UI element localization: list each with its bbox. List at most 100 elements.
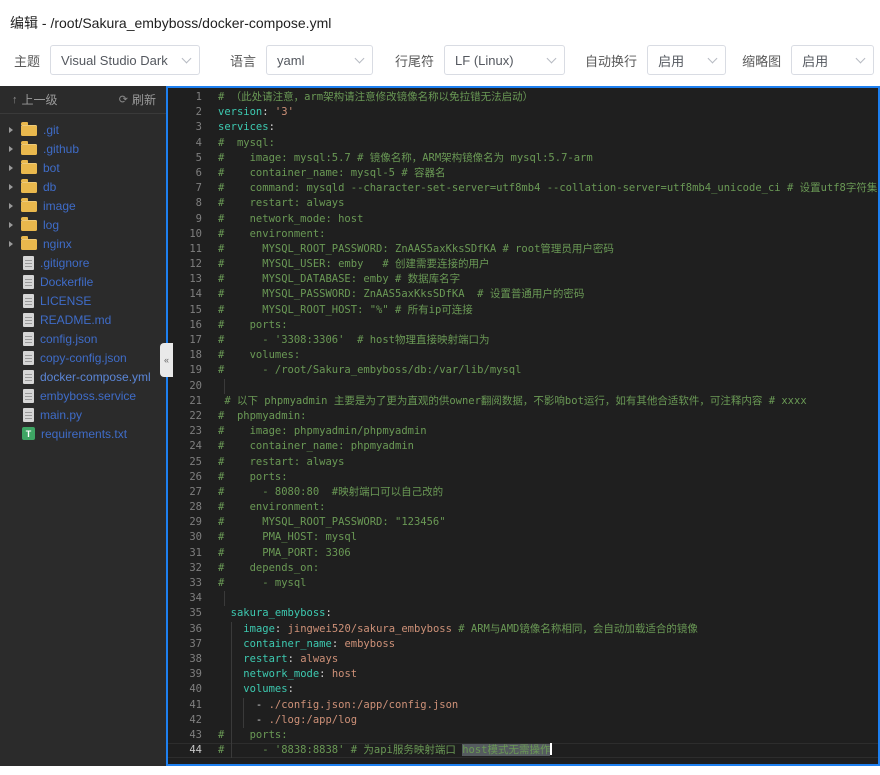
- code-line[interactable]: 17 # - '3308:3306' # host物理直接映射端口为: [168, 333, 878, 348]
- line-number: 8: [195, 197, 202, 210]
- line-number: 14: [189, 288, 202, 301]
- indent-guide-line: [230, 636, 232, 652]
- file-icon: [23, 388, 34, 403]
- refresh-button[interactable]: ⟳ 刷新: [119, 91, 156, 108]
- code-line[interactable]: 9 # network_mode: host: [168, 212, 878, 227]
- line-number: 20: [189, 379, 202, 392]
- code-line[interactable]: 36 image: jingwei520/sakura_embyboss # A…: [168, 621, 878, 637]
- folder-icon: [21, 198, 37, 212]
- word-wrap-select[interactable]: 启用: [647, 45, 727, 75]
- code-line[interactable]: 2 version: '3': [168, 105, 878, 120]
- language-select[interactable]: yaml: [266, 45, 374, 75]
- tree-file[interactable]: Dockerfile: [0, 272, 166, 291]
- tree-file[interactable]: main.py: [0, 405, 166, 424]
- code-line[interactable]: 37 container_name: embyboss: [168, 636, 878, 652]
- tree-file[interactable]: Trequirements.txt: [0, 424, 166, 443]
- language-label: 语言: [230, 53, 257, 69]
- line-number: 11: [189, 242, 202, 255]
- code-line[interactable]: 5 # image: mysql:5.7 # 镜像名称，ARM架构镜像名为 mys…: [168, 151, 878, 166]
- code-line[interactable]: 4 # mysql:: [168, 136, 878, 151]
- code-line[interactable]: 19 # - /root/Sakura_embyboss/db:/var/lib/…: [168, 363, 878, 378]
- tree-folder[interactable]: .git: [0, 120, 166, 139]
- code-line[interactable]: 35 sakura_embyboss:: [168, 606, 878, 621]
- code-line[interactable]: 44 # - '8838:8838' # 为api服务映射端口 host模式无需操…: [168, 743, 878, 759]
- code-line[interactable]: 43 # ports:: [168, 727, 878, 744]
- code-text: # phpmyadmin:: [218, 409, 307, 422]
- indent-guide-line: [230, 682, 232, 698]
- minimap-select[interactable]: 启用: [791, 45, 875, 75]
- code-line[interactable]: 1 # （此处请注意，arm架构请注意修改镜像名称以免拉错无法启动）: [168, 90, 878, 105]
- code-line[interactable]: 8 # restart: always: [168, 196, 878, 211]
- code-editor[interactable]: 1 # （此处请注意，arm架构请注意修改镜像名称以免拉错无法启动） 2 versio…: [166, 86, 880, 766]
- tree-folder[interactable]: log: [0, 215, 166, 234]
- code-line[interactable]: 30 # PMA_HOST: mysql: [168, 530, 878, 545]
- code-line[interactable]: 6 # container_name: mysql-5 # 容器名: [168, 166, 878, 181]
- code-text: # mysql:: [218, 136, 275, 149]
- tree-file[interactable]: docker-compose.yml: [0, 367, 166, 386]
- code-line[interactable]: 12 # MYSQL_USER: emby # 创建需要连接的用户: [168, 257, 878, 272]
- code-line[interactable]: 25 # restart: always: [168, 455, 878, 470]
- tree-file[interactable]: embyboss.service: [0, 386, 166, 405]
- code-line[interactable]: 22 # phpmyadmin:: [168, 409, 878, 424]
- code-line[interactable]: 13 # MYSQL_DATABASE: emby # 数据库名字: [168, 272, 878, 287]
- tree-folder[interactable]: .github: [0, 139, 166, 158]
- expand-arrow-icon[interactable]: [9, 203, 21, 209]
- expand-arrow-icon[interactable]: [9, 127, 21, 133]
- code-line[interactable]: 27 # - 8080:80 #映射端口可以自己改的: [168, 485, 878, 500]
- code-line[interactable]: 34: [168, 591, 878, 607]
- code-line[interactable]: 28 # environment:: [168, 500, 878, 515]
- tree-folder[interactable]: bot: [0, 158, 166, 177]
- expand-arrow-icon[interactable]: [9, 165, 21, 171]
- code-text: # environment:: [218, 501, 326, 514]
- code-line[interactable]: 32 # depends_on:: [168, 561, 878, 576]
- tree-file[interactable]: .gitignore: [0, 253, 166, 272]
- code-line[interactable]: 16 # ports:: [168, 318, 878, 333]
- code-text: # container_name: phpmyadmin: [218, 440, 414, 453]
- file-name: db: [43, 179, 57, 194]
- tree-file[interactable]: README.md: [0, 310, 166, 329]
- refresh-label: 刷新: [131, 93, 156, 107]
- line-number: 32: [189, 561, 202, 574]
- code-line[interactable]: 40 volumes:: [168, 682, 878, 698]
- tree-file[interactable]: config.json: [0, 329, 166, 348]
- file-name: Dockerfile: [40, 274, 94, 289]
- sidebar-collapse-handle[interactable]: «: [160, 343, 173, 377]
- tree-file[interactable]: copy-config.json: [0, 348, 166, 367]
- code-line[interactable]: 33 # - mysql: [168, 576, 878, 591]
- tree-folder[interactable]: image: [0, 196, 166, 215]
- theme-select[interactable]: Visual Studio Dark: [50, 45, 201, 75]
- code-line[interactable]: 41 - ./config.json:/app/config.json: [168, 697, 878, 713]
- code-line[interactable]: 39 network_mode: host: [168, 667, 878, 683]
- indent-guide-line: [224, 591, 226, 607]
- code-line[interactable]: 7 # command: mysqld --character-set-serve…: [168, 181, 878, 196]
- code-line[interactable]: 14 # MYSQL_PASSWORD: ZnAAS5axKksSDfKA # 设…: [168, 287, 878, 302]
- code-line[interactable]: 23 # image: phpmyadmin/phpmyadmin: [168, 424, 878, 439]
- code-line[interactable]: 3 services:: [168, 120, 878, 135]
- tree-folder[interactable]: db: [0, 177, 166, 196]
- code-line[interactable]: 26 # ports:: [168, 470, 878, 485]
- code-line[interactable]: 38 restart: always: [168, 651, 878, 668]
- expand-arrow-icon[interactable]: [9, 184, 21, 190]
- code-text: version: '3': [218, 106, 294, 119]
- code-line[interactable]: 10 # environment:: [168, 227, 878, 242]
- code-line[interactable]: 42 - ./log:/app/log: [168, 712, 878, 728]
- code-line[interactable]: 18 # volumes:: [168, 348, 878, 363]
- line-ending-select[interactable]: LF (Linux): [444, 45, 566, 75]
- expand-arrow-icon[interactable]: [9, 222, 21, 228]
- code-line[interactable]: 15 # MYSQL_ROOT_HOST: "%" # 所有ip可连接: [168, 303, 878, 318]
- code-line[interactable]: 11 # MYSQL_ROOT_PASSWORD: ZnAAS5axKksSDfK…: [168, 242, 878, 257]
- file-sidebar: ↑ 上一级 ⟳ 刷新 .git .github bot db image log nginx…: [0, 86, 173, 766]
- code-line[interactable]: 20: [168, 378, 878, 394]
- expand-arrow-icon[interactable]: [9, 146, 21, 152]
- code-line[interactable]: 29 # MYSQL_ROOT_PASSWORD: "123456": [168, 515, 878, 530]
- code-line[interactable]: 24 # container_name: phpmyadmin: [168, 439, 878, 454]
- tree-folder[interactable]: nginx: [0, 234, 166, 253]
- code-text: # restart: always: [218, 455, 345, 468]
- parent-dir-button[interactable]: ↑ 上一级: [12, 91, 58, 108]
- code-line[interactable]: 21 # 以下 phpmyadmin 主要是为了更为直观的供owner翻阅数据，…: [168, 394, 878, 409]
- file-name: .github: [43, 141, 80, 156]
- code-line[interactable]: 31 # PMA_PORT: 3306: [168, 546, 878, 561]
- tree-file[interactable]: LICENSE: [0, 291, 166, 310]
- expand-arrow-icon[interactable]: [9, 241, 21, 247]
- line-number: 25: [189, 455, 202, 468]
